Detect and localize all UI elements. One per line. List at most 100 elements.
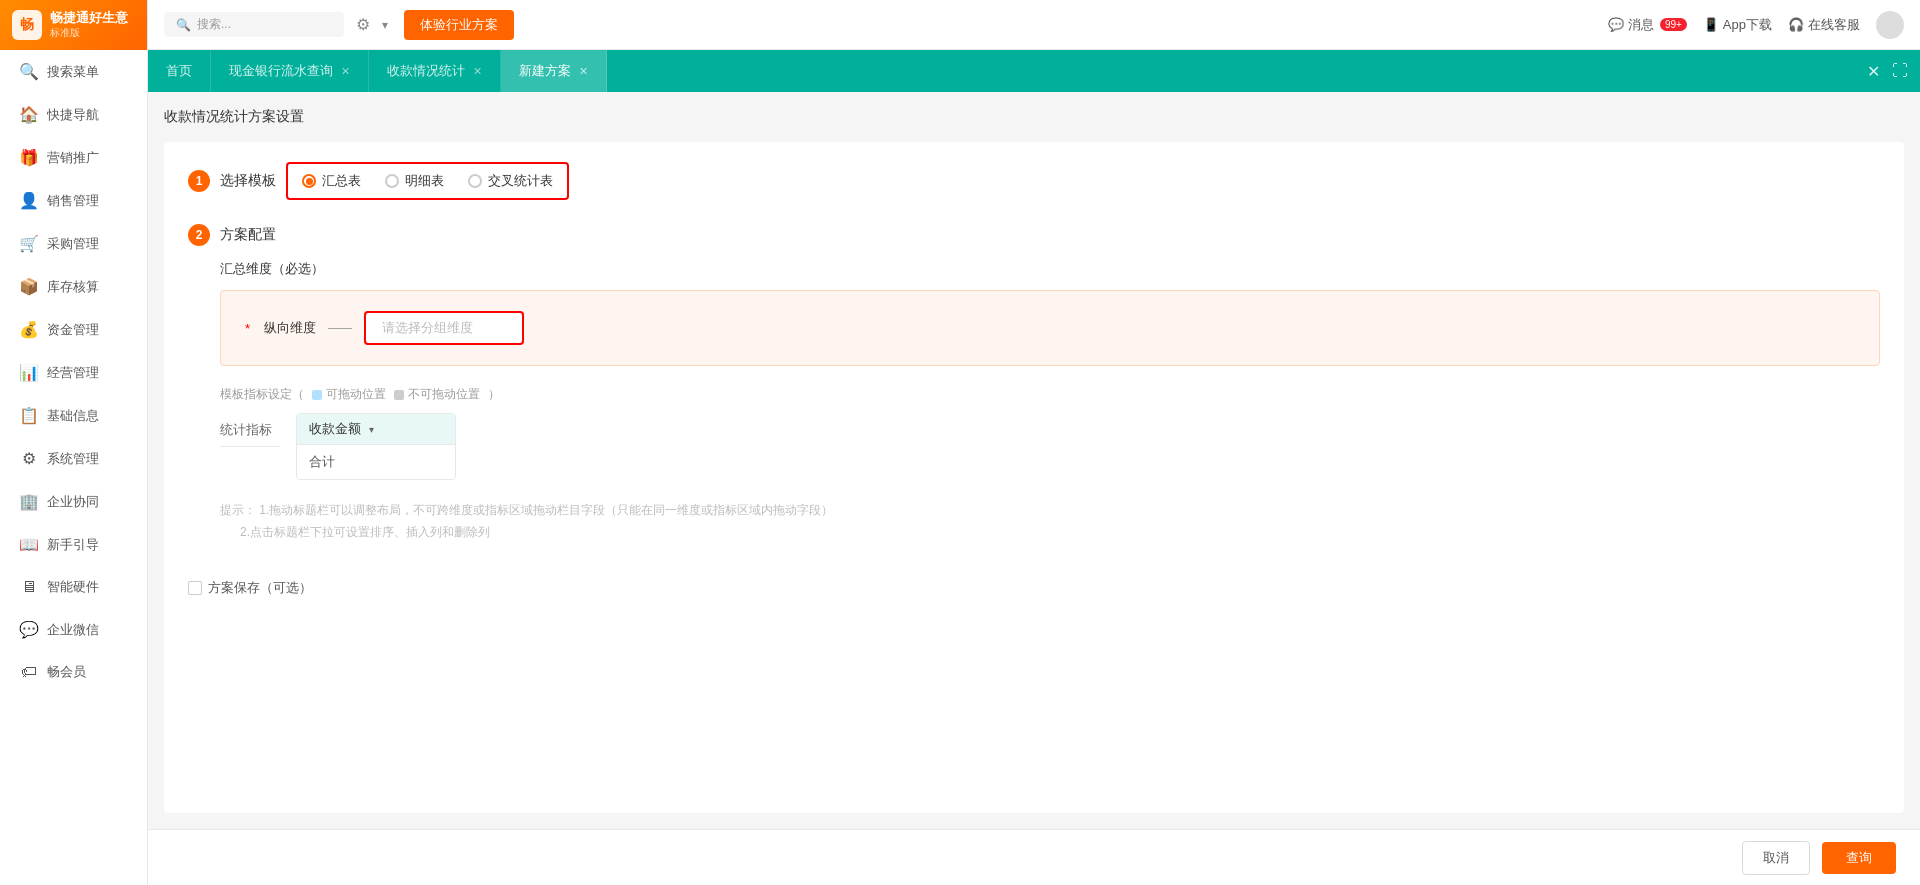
step1-section: 1 选择模板 汇总表 明细表 交叉统计表 [188, 162, 1880, 200]
sidebar-item-label: 系统管理 [47, 450, 99, 468]
step1-label: 选择模板 [220, 172, 276, 190]
tab-new-plan-close[interactable]: ✕ [579, 65, 588, 78]
cancel-button[interactable]: 取消 [1742, 841, 1810, 875]
dimension-row: * 纵向维度 —— 请选择分组维度 [245, 311, 1855, 345]
sidebar-item-label: 经营管理 [47, 364, 99, 382]
radio-summary-circle [302, 174, 316, 188]
dimension-area: * 纵向维度 —— 请选择分组维度 [220, 290, 1880, 366]
sidebar-item-wechat[interactable]: 💬 企业微信 [0, 608, 147, 651]
sidebar-item-purchase[interactable]: 🛒 采购管理 [0, 222, 147, 265]
vertical-dimension-label: 纵向维度 [264, 319, 316, 337]
query-button[interactable]: 查询 [1822, 842, 1896, 874]
dimension-title: 汇总维度（必选） [220, 260, 1880, 278]
main-area: 🔍 搜索... ⚙ ▾ 体验行业方案 💬 消息 99+ 📱 App下载 🎧 在线… [148, 0, 1920, 885]
message-icon: 💬 [1608, 17, 1624, 32]
movable-label: 可拖动位置 [326, 386, 386, 403]
guide-icon: 📖 [19, 535, 39, 554]
tips-section: 提示： 1.拖动标题栏可以调整布局，不可跨维度或指标区域拖动栏目字段（只能在同一… [220, 500, 1880, 543]
sidebar-item-system[interactable]: ⚙ 系统管理 [0, 437, 147, 480]
tab-bar-actions: ✕ ⛶ [1855, 50, 1920, 92]
sidebar-item-sales[interactable]: 👤 销售管理 [0, 179, 147, 222]
bottom-bar: 取消 查询 [148, 829, 1920, 885]
radio-detail[interactable]: 明细表 [385, 172, 444, 190]
step1-header: 1 选择模板 汇总表 明细表 交叉统计表 [188, 162, 1880, 200]
smart-hw-icon: 🖥 [19, 578, 39, 596]
tip1-text: 1.拖动标题栏可以调整布局，不可跨维度或指标区域拖动栏目字段（只能在同一维度或指… [259, 503, 833, 517]
tab-collection-stats-close[interactable]: ✕ [473, 65, 482, 78]
sidebar-item-smart-hw[interactable]: 🖥 智能硬件 [0, 566, 147, 608]
save-option-label: 方案保存（可选） [208, 579, 312, 597]
sidebar-item-inventory[interactable]: 📦 库存核算 [0, 265, 147, 308]
save-checkbox[interactable] [188, 581, 202, 595]
message-label: 消息 [1628, 16, 1654, 34]
base-info-icon: 📋 [19, 406, 39, 425]
radio-cross-label: 交叉统计表 [488, 172, 553, 190]
movable-indicator: 可拖动位置 [312, 386, 386, 403]
message-button[interactable]: 💬 消息 99+ [1608, 16, 1687, 34]
tab-bar: 首页 现金银行流水查询 ✕ 收款情况统计 ✕ 新建方案 ✕ ✕ ⛶ [148, 50, 1920, 92]
step1-number: 1 [188, 170, 210, 192]
trial-button[interactable]: 体验行业方案 [404, 10, 514, 40]
tab-collection-stats[interactable]: 收款情况统计 ✕ [369, 50, 501, 92]
metrics-table: 收款金额 ▾ 合计 [296, 413, 456, 480]
sidebar-item-base-info[interactable]: 📋 基础信息 [0, 394, 147, 437]
page-title: 收款情况统计方案设置 [164, 108, 1904, 126]
inventory-icon: 📦 [19, 277, 39, 296]
sidebar-item-label: 快捷导航 [47, 106, 99, 124]
metrics-total-cell: 合计 [297, 445, 455, 479]
tab-maximize-icon[interactable]: ⛶ [1892, 62, 1908, 80]
sidebar-item-enterprise[interactable]: 🏢 企业协同 [0, 480, 147, 523]
sidebar-item-marketing[interactable]: 🎁 营销推广 [0, 136, 147, 179]
gear-icon[interactable]: ⚙ [356, 15, 370, 34]
sidebar-item-label: 资金管理 [47, 321, 99, 339]
sidebar-item-label: 畅会员 [47, 663, 86, 681]
sidebar-item-member[interactable]: 🏷 畅会员 [0, 651, 147, 693]
search-box[interactable]: 🔍 搜索... [164, 12, 344, 37]
content-area: 收款情况统计方案设置 1 选择模板 汇总表 明细表 [148, 92, 1920, 829]
logo-name: 畅捷通好生意 [50, 10, 128, 26]
enterprise-icon: 🏢 [19, 492, 39, 511]
metrics-title-text: 模板指标设定（ [220, 386, 304, 403]
topbar-dropdown-icon[interactable]: ▾ [382, 18, 388, 32]
step2-header: 2 方案配置 [188, 224, 1880, 246]
radio-summary[interactable]: 汇总表 [302, 172, 361, 190]
fixed-label: 不可拖动位置 [408, 386, 480, 403]
operations-icon: 📊 [19, 363, 39, 382]
stat-label: 统计指标 [220, 413, 280, 447]
service-icon: 🎧 [1788, 17, 1804, 32]
sidebar-item-quick-nav[interactable]: 🏠 快捷导航 [0, 93, 147, 136]
logo-icon: 畅 [12, 10, 42, 40]
sidebar-item-finance[interactable]: 💰 资金管理 [0, 308, 147, 351]
user-avatar[interactable] [1876, 11, 1904, 39]
online-service-button[interactable]: 🎧 在线客服 [1788, 16, 1860, 34]
chevron-down-icon[interactable]: ▾ [369, 424, 374, 435]
tab-new-plan-label: 新建方案 [519, 62, 571, 80]
config-card: 1 选择模板 汇总表 明细表 交叉统计表 [164, 142, 1904, 813]
sidebar-item-label: 营销推广 [47, 149, 99, 167]
sidebar-item-guide[interactable]: 📖 新手引导 [0, 523, 147, 566]
tab-new-plan[interactable]: 新建方案 ✕ [501, 50, 607, 92]
online-service-label: 在线客服 [1808, 16, 1860, 34]
tab-minimize-icon[interactable]: ✕ [1867, 62, 1880, 81]
step2-label: 方案配置 [220, 226, 276, 244]
radio-cross[interactable]: 交叉统计表 [468, 172, 553, 190]
search-icon: 🔍 [176, 18, 191, 32]
download-icon: 📱 [1703, 17, 1719, 32]
dimension-select[interactable]: 请选择分组维度 [364, 311, 524, 345]
save-option: 方案保存（可选） [188, 567, 1880, 609]
app-download-button[interactable]: 📱 App下载 [1703, 16, 1772, 34]
template-options: 汇总表 明细表 交叉统计表 [286, 162, 569, 200]
sidebar-item-operations[interactable]: 📊 经营管理 [0, 351, 147, 394]
search-placeholder: 搜索... [197, 16, 231, 33]
sidebar-item-label: 新手引导 [47, 536, 99, 554]
sidebar-item-label: 智能硬件 [47, 578, 99, 596]
metrics-section: 模板指标设定（ 可拖动位置 不可拖动位置 ） [220, 386, 1880, 480]
step2-section: 2 方案配置 汇总维度（必选） * 纵向维度 —— 请选择分组维度 [188, 224, 1880, 543]
radio-summary-label: 汇总表 [322, 172, 361, 190]
metrics-header[interactable]: 收款金额 ▾ [297, 414, 455, 445]
tab-bank-flow[interactable]: 现金银行流水查询 ✕ [211, 50, 369, 92]
sidebar: 畅 畅捷通好生意 标准版 🔍 搜索菜单 🏠 快捷导航 🎁 营销推广 👤 销售管理… [0, 0, 148, 885]
tab-bank-flow-close[interactable]: ✕ [341, 65, 350, 78]
sidebar-item-search-menu[interactable]: 🔍 搜索菜单 [0, 50, 147, 93]
tab-home[interactable]: 首页 [148, 50, 211, 92]
